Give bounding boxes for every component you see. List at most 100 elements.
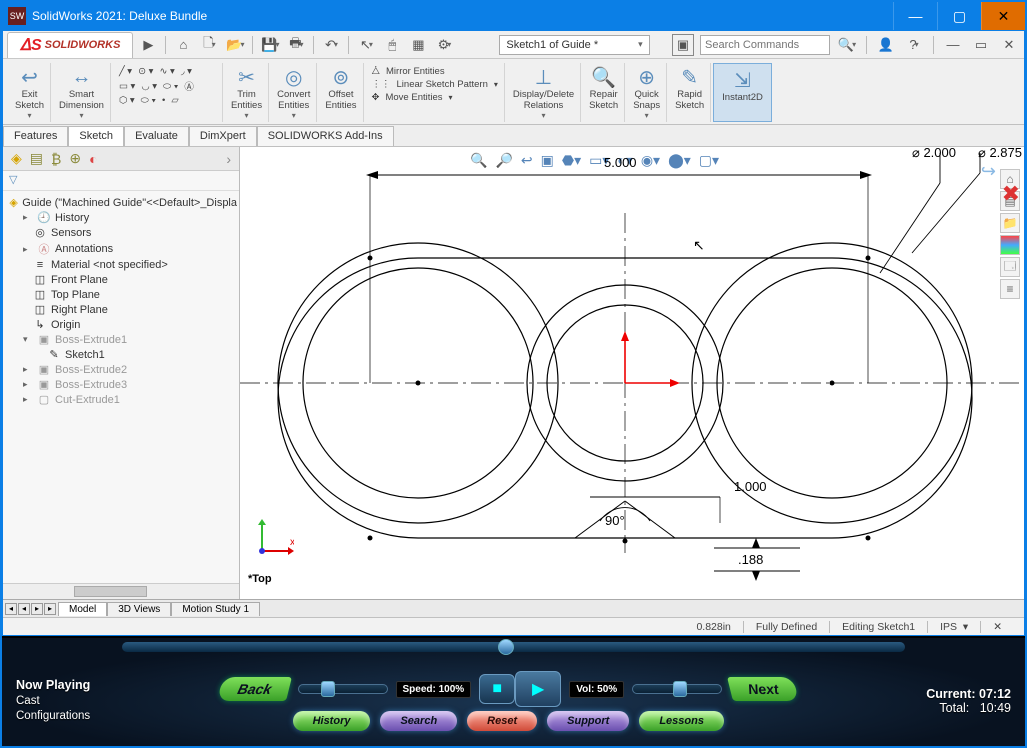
tab-nav-buttons[interactable]: ◂◂▸▸ bbox=[3, 603, 58, 615]
undo-icon[interactable]: ↶▾ bbox=[320, 34, 342, 56]
circle-tool[interactable]: ⊙ ▾ bbox=[138, 66, 153, 77]
inner-close-button[interactable]: ✕ bbox=[998, 34, 1020, 56]
line-tool[interactable]: ╱ ▾ bbox=[119, 66, 132, 77]
sidebar-horizontal-scrollbar[interactable] bbox=[3, 583, 239, 599]
tab-evaluate[interactable]: Evaluate bbox=[124, 126, 189, 146]
support-button[interactable]: Support bbox=[547, 711, 629, 731]
search-button[interactable]: Search bbox=[380, 711, 457, 731]
tree-item[interactable]: ≡Material <not specified> bbox=[9, 258, 237, 272]
tree-item[interactable]: ▸ⒶAnnotations bbox=[9, 240, 237, 258]
sidebar-tabs: ◈ ▤ ₿ ⊕ ◐ › bbox=[3, 147, 239, 171]
volume-label: Vol: 50% bbox=[569, 681, 624, 698]
home-icon[interactable]: ⌂ bbox=[172, 34, 194, 56]
tree-item[interactable]: ▸🕘History bbox=[9, 210, 237, 225]
motion-tab[interactable]: Motion Study 1 bbox=[171, 602, 260, 616]
tree-item[interactable]: ◫Right Plane bbox=[9, 302, 237, 317]
exit-sketch-button[interactable]: ↩ Exit Sketch ▾ bbox=[9, 63, 51, 122]
trim-button[interactable]: ✂Trim Entities▾ bbox=[225, 63, 269, 122]
search-toggle-icon[interactable]: ▣ bbox=[672, 34, 694, 56]
tree-item[interactable]: ▸▣Boss-Extrude2 bbox=[9, 362, 237, 377]
tree-item[interactable]: ◫Top Plane bbox=[9, 287, 237, 302]
solidworks-logo[interactable]: ᐃSSOLIDWORKS bbox=[7, 32, 133, 58]
repair-button[interactable]: 🔍Repair Sketch bbox=[583, 63, 625, 122]
speed-slider[interactable] bbox=[298, 684, 388, 694]
select-icon[interactable]: ↖▾ bbox=[355, 34, 377, 56]
text-tool[interactable]: Ⓐ bbox=[184, 79, 194, 93]
property-tab-icon[interactable]: ▤ bbox=[30, 150, 43, 167]
collapse-sidebar-icon[interactable]: › bbox=[226, 151, 231, 167]
tab-dimxpert[interactable]: DimXpert bbox=[189, 126, 257, 146]
tree-item[interactable]: ◫Front Plane bbox=[9, 272, 237, 287]
next-button[interactable]: Next bbox=[727, 677, 799, 701]
history-button[interactable]: History bbox=[293, 711, 371, 731]
plane-tool[interactable]: ▱ bbox=[171, 95, 178, 106]
poly-tool[interactable]: ⬡ ▾ bbox=[119, 95, 135, 106]
tree-item[interactable]: ↳Origin bbox=[9, 317, 237, 332]
expand-icon[interactable]: ▶ bbox=[137, 34, 159, 56]
inner-restore-button[interactable]: ▭ bbox=[970, 34, 992, 56]
dim-tab-icon[interactable]: ⊕ bbox=[69, 150, 81, 167]
tree-item[interactable]: ▸▢Cut-Extrude1 bbox=[9, 392, 237, 407]
tab-features[interactable]: Features bbox=[3, 126, 68, 146]
inner-minimize-button[interactable]: — bbox=[942, 34, 964, 56]
quick-snaps-button[interactable]: ⊕Quick Snaps▾ bbox=[627, 63, 667, 122]
slot-tool[interactable]: ⬭ ▾ bbox=[141, 95, 156, 106]
maximize-button[interactable]: ▢ bbox=[937, 2, 981, 30]
point-tool[interactable]: • bbox=[162, 95, 165, 106]
tree-item[interactable]: ✎Sketch1 bbox=[9, 347, 237, 362]
rect-tool[interactable]: ▭ ▾ bbox=[119, 81, 135, 92]
play-button[interactable]: ▶ bbox=[515, 671, 561, 707]
tree-item[interactable]: ◎Sensors bbox=[9, 225, 237, 240]
tree-item[interactable]: ▾▣Boss-Extrude1 bbox=[9, 332, 237, 347]
pattern-button[interactable]: ⋮⋮ Linear Sketch Pattern ▾ bbox=[372, 78, 498, 91]
tree-item[interactable]: ▸▣Boss-Extrude3 bbox=[9, 377, 237, 392]
instant2d-button[interactable]: ⇲Instant2D bbox=[713, 63, 772, 122]
graphics-area[interactable]: 🔍 🔎 ↩ ▣ ⬣▾ ▭▾ ◐▾ ◉▾ ⬤▾ ▢▾ ⌂ ▤ 📁 🗔 bbox=[240, 147, 1024, 599]
lessons-button[interactable]: Lessons bbox=[639, 711, 724, 731]
tab-sketch[interactable]: Sketch bbox=[68, 126, 124, 146]
ellipse-tool[interactable]: ⬭ ▾ bbox=[163, 81, 178, 92]
search-icon[interactable]: 🔍▾ bbox=[836, 34, 858, 56]
model-tab[interactable]: Model bbox=[58, 602, 107, 616]
filter-row[interactable]: ▽ bbox=[3, 171, 239, 191]
move-button[interactable]: ✥ Move Entities ▾ bbox=[372, 91, 453, 104]
progress-track[interactable] bbox=[122, 642, 905, 652]
print-icon[interactable]: 🖶▾ bbox=[285, 34, 307, 56]
appearance-tab-icon[interactable]: ◐ bbox=[89, 151, 97, 167]
status-units[interactable]: IPS ▾ bbox=[927, 621, 980, 633]
display-relations-button[interactable]: ⊥Display/Delete Relations▾ bbox=[507, 63, 581, 122]
spline-tool[interactable]: ∿ ▾ bbox=[159, 66, 174, 77]
breadcrumb[interactable]: Sketch1 of Guide * ▾ bbox=[499, 35, 649, 55]
close-button[interactable]: ✕ bbox=[981, 2, 1025, 30]
mouse-icon[interactable]: 🖱 bbox=[381, 34, 403, 56]
offset-button[interactable]: ⊚Offset Entities bbox=[319, 63, 363, 122]
mirror-button[interactable]: ⧊ Mirror Entities bbox=[372, 65, 445, 78]
view-name-label: *Top bbox=[248, 573, 272, 585]
status-extra-icon[interactable]: ✕ bbox=[980, 621, 1014, 633]
smart-dimension-button[interactable]: ↔ Smart Dimension ▾ bbox=[53, 63, 111, 122]
help-icon[interactable]: ?▾ bbox=[903, 34, 925, 56]
arc-tool[interactable]: ◡ ▾ bbox=[141, 81, 157, 92]
fillet-tool[interactable]: ◞ ▾ bbox=[181, 66, 192, 77]
save-icon[interactable]: 💾▾ bbox=[259, 34, 281, 56]
minimize-button[interactable]: — bbox=[893, 2, 937, 30]
options-icon[interactable]: ⚙▾ bbox=[433, 34, 455, 56]
open-icon[interactable]: 📂▾ bbox=[224, 34, 246, 56]
layout-icon[interactable]: ▦ bbox=[407, 34, 429, 56]
new-icon[interactable]: 🗋▾ bbox=[198, 34, 220, 56]
tree-root[interactable]: ◈Guide ("Machined Guide"<<Default>_Displ… bbox=[9, 195, 237, 210]
volume-slider[interactable] bbox=[632, 684, 722, 694]
config-tab-icon[interactable]: ₿ bbox=[51, 151, 61, 167]
back-button[interactable]: Back bbox=[217, 677, 292, 701]
convert-button[interactable]: ◎Convert Entities▾ bbox=[271, 63, 317, 122]
feature-tree-tab-icon[interactable]: ◈ bbox=[11, 150, 22, 167]
reset-button[interactable]: Reset bbox=[467, 711, 537, 731]
stop-button[interactable]: ■ bbox=[479, 674, 515, 704]
smart-dimension-label: Smart Dimension bbox=[59, 89, 104, 111]
tab-addins[interactable]: SOLIDWORKS Add-Ins bbox=[257, 126, 394, 146]
rapid-sketch-button[interactable]: ✎Rapid Sketch bbox=[669, 63, 711, 122]
search-input[interactable] bbox=[700, 35, 830, 55]
dim-5000: 5.000 bbox=[604, 155, 637, 170]
user-icon[interactable]: 👤 bbox=[875, 34, 897, 56]
3dviews-tab[interactable]: 3D Views bbox=[107, 602, 171, 616]
